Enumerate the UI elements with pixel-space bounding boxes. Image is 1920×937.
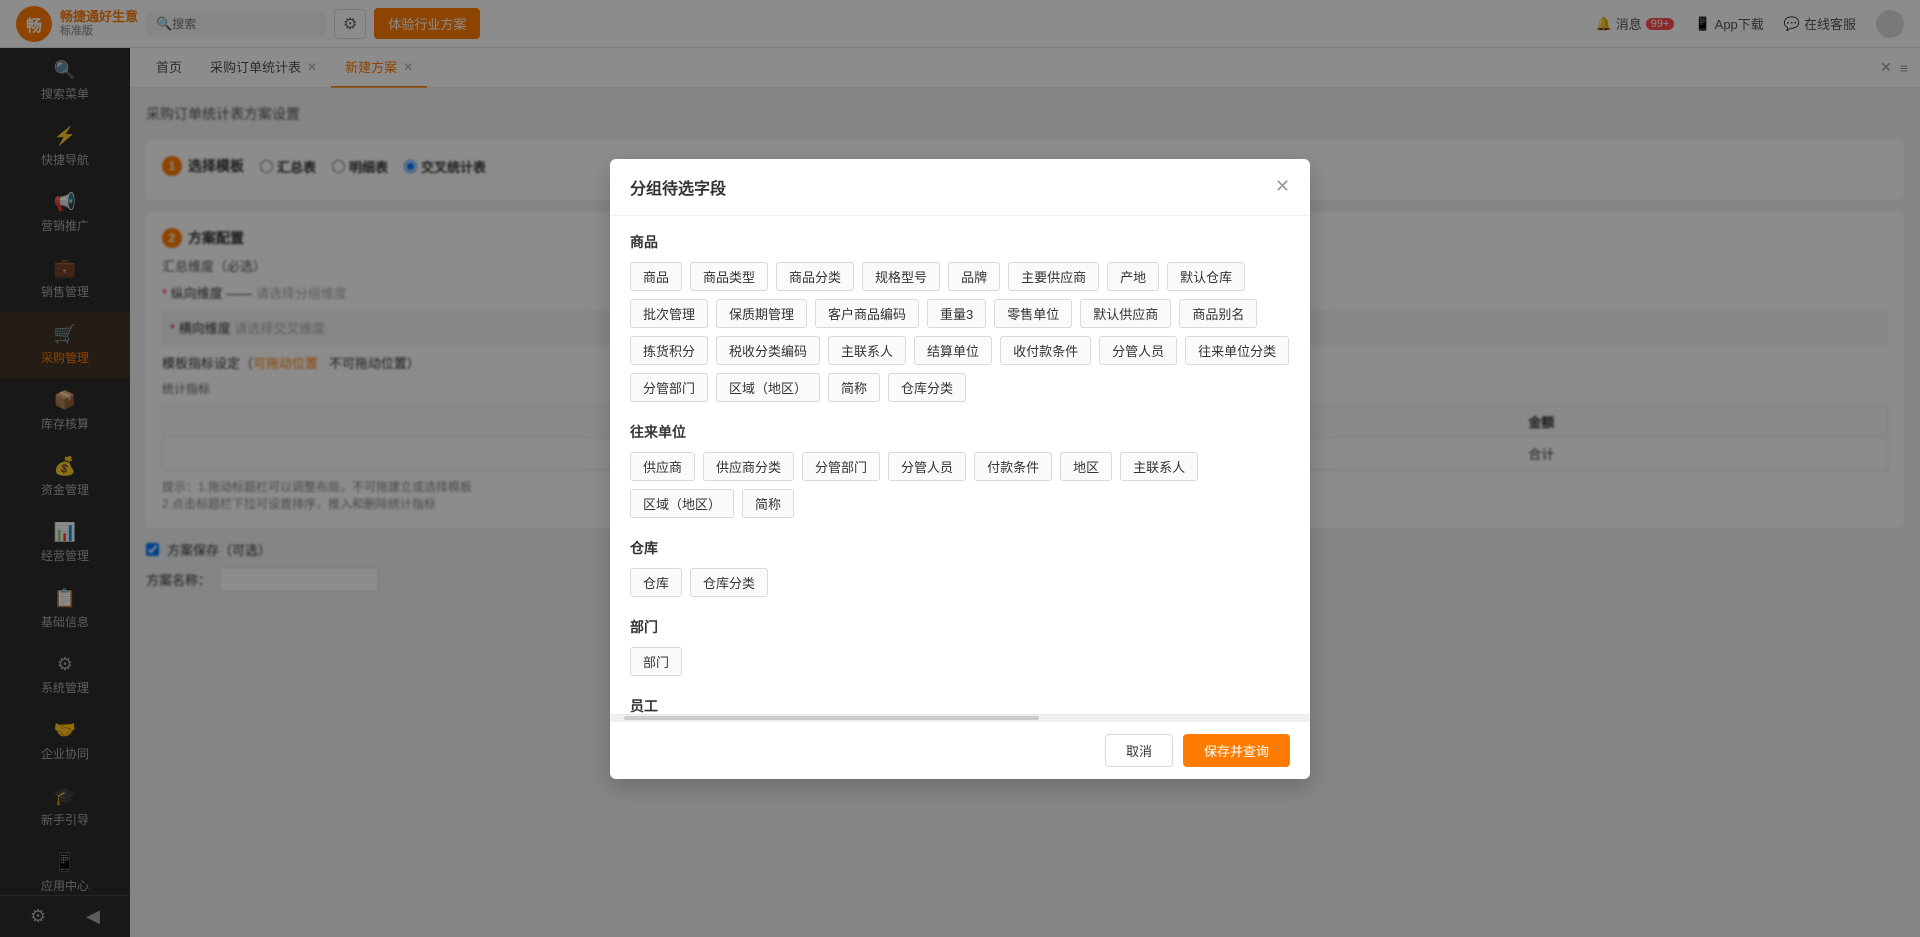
- section-title-employees: 员工: [630, 696, 1290, 715]
- section-products: 商品商品商品类型商品分类规格型号品牌主要供应商产地默认仓库批次管理保质期管理客户…: [630, 232, 1290, 402]
- field-tag[interactable]: 简称: [742, 489, 794, 518]
- field-tag[interactable]: 重量3: [927, 299, 986, 328]
- section-title-departments: 部门: [630, 617, 1290, 637]
- field-tag[interactable]: 收付款条件: [1000, 336, 1091, 365]
- section-departments: 部门部门: [630, 617, 1290, 676]
- field-tag[interactable]: 主要供应商: [1008, 262, 1099, 291]
- field-tag[interactable]: 客户商品编码: [815, 299, 919, 328]
- field-tag[interactable]: 商品: [630, 262, 682, 291]
- field-tag[interactable]: 商品别名: [1179, 299, 1257, 328]
- field-tag[interactable]: 规格型号: [862, 262, 940, 291]
- field-tag[interactable]: 部门: [630, 647, 682, 676]
- field-tag[interactable]: 主联系人: [1120, 452, 1198, 481]
- modal-overlay: 分组待选字段 ✕ 商品商品商品类型商品分类规格型号品牌主要供应商产地默认仓库批次…: [0, 0, 1920, 937]
- save-query-button[interactable]: 保存并查询: [1183, 734, 1290, 767]
- field-tag[interactable]: 分管人员: [1099, 336, 1177, 365]
- dialog-title: 分组待选字段: [630, 175, 726, 199]
- field-selection-dialog: 分组待选字段 ✕ 商品商品商品类型商品分类规格型号品牌主要供应商产地默认仓库批次…: [610, 159, 1310, 779]
- field-tag[interactable]: 分管部门: [630, 373, 708, 402]
- field-tag[interactable]: 往来单位分类: [1185, 336, 1289, 365]
- dialog-footer: 取消 保存并查询: [610, 721, 1310, 779]
- field-tag[interactable]: 品牌: [948, 262, 1000, 291]
- field-tag[interactable]: 默认供应商: [1080, 299, 1171, 328]
- dialog-header: 分组待选字段 ✕: [610, 159, 1310, 216]
- dialog-close-button[interactable]: ✕: [1275, 176, 1290, 197]
- field-tags-departments: 部门: [630, 647, 1290, 676]
- section-title-counterparties: 往来单位: [630, 422, 1290, 442]
- field-tag[interactable]: 付款条件: [974, 452, 1052, 481]
- field-tag[interactable]: 税收分类编码: [716, 336, 820, 365]
- field-tag[interactable]: 零售单位: [994, 299, 1072, 328]
- field-tag[interactable]: 分管人员: [888, 452, 966, 481]
- section-warehouses: 仓库仓库仓库分类: [630, 538, 1290, 597]
- field-tags-counterparties: 供应商供应商分类分管部门分管人员付款条件地区主联系人区域（地区） 简称: [630, 452, 1290, 518]
- section-employees: 员工业务员: [630, 696, 1290, 715]
- field-tag[interactable]: 结算单位: [914, 336, 992, 365]
- field-tag[interactable]: 仓库分类: [690, 568, 768, 597]
- field-tag[interactable]: 批次管理: [630, 299, 708, 328]
- field-tag[interactable]: 默认仓库: [1167, 262, 1245, 291]
- section-counterparties: 往来单位供应商供应商分类分管部门分管人员付款条件地区主联系人区域（地区） 简称: [630, 422, 1290, 518]
- field-tag[interactable]: 仓库: [630, 568, 682, 597]
- field-tag[interactable]: 商品类型: [690, 262, 768, 291]
- field-tag[interactable]: 产地: [1107, 262, 1159, 291]
- field-tag[interactable]: 主联系人: [828, 336, 906, 365]
- field-tag[interactable]: 分管部门: [802, 452, 880, 481]
- field-tag[interactable]: 商品分类: [776, 262, 854, 291]
- field-tag[interactable]: 仓库分类: [888, 373, 966, 402]
- dialog-body[interactable]: 商品商品商品类型商品分类规格型号品牌主要供应商产地默认仓库批次管理保质期管理客户…: [610, 216, 1310, 715]
- field-tag[interactable]: 保质期管理: [716, 299, 807, 328]
- field-tag[interactable]: 区域（地区）: [630, 489, 734, 518]
- field-tag[interactable]: 地区: [1060, 452, 1112, 481]
- field-tags-products: 商品商品类型商品分类规格型号品牌主要供应商产地默认仓库批次管理保质期管理客户商品…: [630, 262, 1290, 402]
- cancel-button[interactable]: 取消: [1105, 734, 1173, 767]
- field-tag[interactable]: 区域（地区）: [716, 373, 820, 402]
- field-tag[interactable]: 简称: [828, 373, 880, 402]
- field-tag[interactable]: 供应商: [630, 452, 695, 481]
- field-tags-warehouses: 仓库仓库分类: [630, 568, 1290, 597]
- section-title-products: 商品: [630, 232, 1290, 252]
- section-title-warehouses: 仓库: [630, 538, 1290, 558]
- field-tag[interactable]: 拣货积分: [630, 336, 708, 365]
- field-tag[interactable]: 供应商分类: [703, 452, 794, 481]
